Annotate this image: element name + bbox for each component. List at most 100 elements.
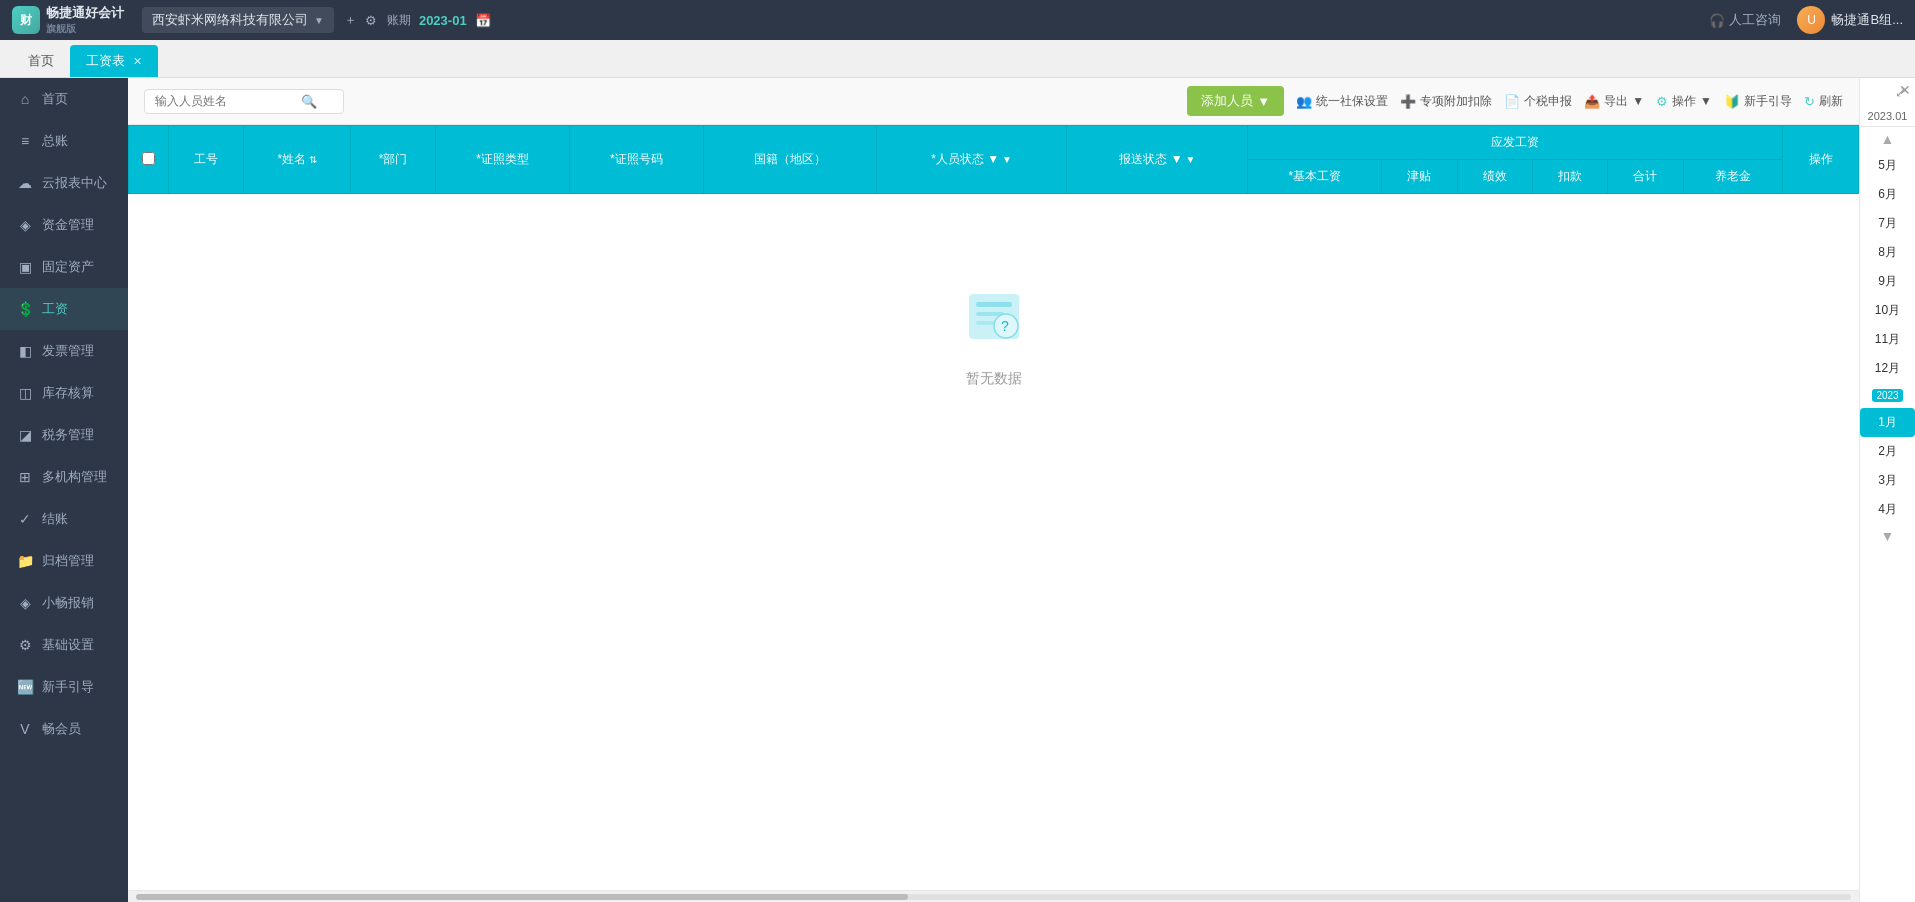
- empty-state: ? 暂无数据: [128, 194, 1859, 468]
- sidebar-item-multi[interactable]: ⊞ 多机构管理: [0, 456, 128, 498]
- archive-icon: 📁: [16, 553, 34, 569]
- guide-action[interactable]: 🔰 新手引导: [1724, 93, 1792, 110]
- calendar-scroll-down[interactable]: ▼: [1860, 524, 1915, 548]
- sidebar-item-asset[interactable]: ▣ 固定资产: [0, 246, 128, 288]
- sidebar-item-ledger[interactable]: ≡ 总账: [0, 120, 128, 162]
- th-person-status[interactable]: *人员状态 ▼: [876, 126, 1067, 194]
- tab-home[interactable]: 首页: [12, 45, 70, 77]
- header-right: 🎧 人工咨询 U 畅捷通B组...: [1709, 6, 1903, 34]
- sidebar-item-member[interactable]: V 畅会员: [0, 708, 128, 750]
- sidebar-item-expense-label: 小畅报销: [42, 594, 94, 612]
- month-4[interactable]: 4月: [1860, 495, 1915, 524]
- refresh-icon: ↻: [1804, 94, 1815, 109]
- month-12[interactable]: 12月: [1860, 354, 1915, 383]
- tax-report-icon: 📄: [1504, 94, 1520, 109]
- th-name[interactable]: *姓名: [244, 126, 351, 194]
- sidebar-item-close-label: 结账: [42, 510, 68, 528]
- month-2[interactable]: 2月: [1860, 437, 1915, 466]
- settings-icon[interactable]: ⚙: [365, 13, 377, 28]
- month-3[interactable]: 3月: [1860, 466, 1915, 495]
- close-panel-button[interactable]: ✕: [1895, 78, 1915, 102]
- toolbar-right: 添加人员 ▼ 👥 统一社保设置 ➕ 专项附加扣除 📄 个税申报 📤: [1187, 86, 1843, 116]
- guide-label: 新手引导: [1744, 93, 1792, 110]
- sidebar-item-home[interactable]: ⌂ 首页: [0, 78, 128, 120]
- sidebar-item-invoice[interactable]: ◧ 发票管理: [0, 330, 128, 372]
- report-icon: ☁: [16, 175, 34, 191]
- search-input[interactable]: [155, 94, 295, 108]
- user-area[interactable]: U 畅捷通B组...: [1797, 6, 1903, 34]
- panel-top-btns: ✕ ⤢: [1860, 78, 1915, 106]
- month-5[interactable]: 5月: [1860, 151, 1915, 180]
- sidebar-item-fund[interactable]: ◈ 资金管理: [0, 204, 128, 246]
- month-1[interactable]: 1月: [1860, 408, 1915, 437]
- operate-label: 操作: [1672, 93, 1696, 110]
- headset-icon: 🎧: [1709, 13, 1725, 28]
- guide-icon: 🆕: [16, 679, 34, 695]
- tab-salary[interactable]: 工资表 ✕: [70, 45, 158, 77]
- sidebar-item-guide[interactable]: 🆕 新手引导: [0, 666, 128, 708]
- scroll-bar-thumb[interactable]: [136, 894, 908, 900]
- sidebar-item-salary[interactable]: 💲 工资: [0, 288, 128, 330]
- sidebar-item-expense[interactable]: ◈ 小畅报销: [0, 582, 128, 624]
- sidebar-item-close[interactable]: ✓ 结账: [0, 498, 128, 540]
- sidebar-item-salary-label: 工资: [42, 300, 68, 318]
- asset-icon: ▣: [16, 259, 34, 275]
- table-wrap: 工号 *姓名 *部门 *证照类型 *证照号码 国籍（地区） *人员状态 ▼ 报送…: [128, 125, 1859, 890]
- support-button[interactable]: 🎧 人工咨询: [1709, 11, 1781, 29]
- guide-toolbar-icon: 🔰: [1724, 94, 1740, 109]
- sidebar-item-inventory[interactable]: ◫ 库存核算: [0, 372, 128, 414]
- salary-icon: 💲: [16, 301, 34, 317]
- month-11[interactable]: 11月: [1860, 325, 1915, 354]
- tab-salary-label: 工资表: [86, 52, 125, 70]
- tab-salary-close[interactable]: ✕: [133, 55, 142, 68]
- sidebar-item-archive-label: 归档管理: [42, 552, 94, 570]
- content-area: 🔍 添加人员 ▼ 👥 统一社保设置 ➕ 专项附加扣除 📄 个税申报: [128, 78, 1859, 902]
- company-selector[interactable]: 西安虾米网络科技有限公司 ▼: [142, 7, 334, 33]
- calendar-icon[interactable]: 📅: [475, 13, 491, 28]
- operate-icon: ⚙: [1656, 94, 1668, 109]
- logo-icon: 财: [12, 6, 40, 34]
- export-action[interactable]: 📤 导出 ▼: [1584, 93, 1644, 110]
- tab-home-label: 首页: [28, 52, 54, 70]
- refresh-action[interactable]: ↻ 刷新: [1804, 93, 1843, 110]
- tax-report-action[interactable]: 📄 个税申报: [1504, 93, 1572, 110]
- app-sub: 旗舰版: [46, 22, 124, 36]
- th-number: 工号: [169, 126, 244, 194]
- th-pension: 养老金: [1683, 160, 1783, 194]
- user-avatar: U: [1797, 6, 1825, 34]
- month-6[interactable]: 6月: [1860, 180, 1915, 209]
- empty-text: 暂无数据: [966, 370, 1022, 388]
- year-2023-badge: 2023: [1872, 383, 1902, 408]
- social-label: 统一社保设置: [1316, 93, 1388, 110]
- month-8[interactable]: 8月: [1860, 238, 1915, 267]
- th-id-no: *证照号码: [569, 126, 703, 194]
- add-person-button[interactable]: 添加人员 ▼: [1187, 86, 1284, 116]
- th-report-status[interactable]: 报送状态 ▼: [1067, 126, 1248, 194]
- month-9[interactable]: 9月: [1860, 267, 1915, 296]
- month-10[interactable]: 10月: [1860, 296, 1915, 325]
- sidebar-item-member-label: 畅会员: [42, 720, 81, 738]
- svg-text:?: ?: [1001, 318, 1009, 334]
- invoice-icon: ◧: [16, 343, 34, 359]
- add-company-icon[interactable]: ＋: [344, 11, 357, 29]
- month-7[interactable]: 7月: [1860, 209, 1915, 238]
- extra-deduction-action[interactable]: ➕ 专项附加扣除: [1400, 93, 1492, 110]
- th-base-salary: *基本工资: [1248, 160, 1382, 194]
- select-all-checkbox[interactable]: [142, 152, 155, 165]
- sidebar-item-report[interactable]: ☁ 云报表中心: [0, 162, 128, 204]
- sidebar-item-tax[interactable]: ◪ 税务管理: [0, 414, 128, 456]
- calendar-header-date: 2023.01: [1868, 110, 1908, 122]
- svg-rect-1: [976, 302, 1012, 307]
- sidebar-item-settings[interactable]: ⚙ 基础设置: [0, 624, 128, 666]
- add-dropdown-icon: ▼: [1257, 94, 1270, 109]
- social-icon: 👥: [1296, 94, 1312, 109]
- calendar-header: 2023.01: [1860, 106, 1915, 127]
- sidebar-item-archive[interactable]: 📁 归档管理: [0, 540, 128, 582]
- calendar-scroll-up[interactable]: ▲: [1860, 127, 1915, 151]
- company-dropdown-icon: ▼: [314, 15, 324, 26]
- scroll-bar-track[interactable]: [136, 894, 1851, 900]
- multi-icon: ⊞: [16, 469, 34, 485]
- social-settings-action[interactable]: 👥 统一社保设置: [1296, 93, 1388, 110]
- th-checkbox: [129, 126, 169, 194]
- operate-action[interactable]: ⚙ 操作 ▼: [1656, 93, 1712, 110]
